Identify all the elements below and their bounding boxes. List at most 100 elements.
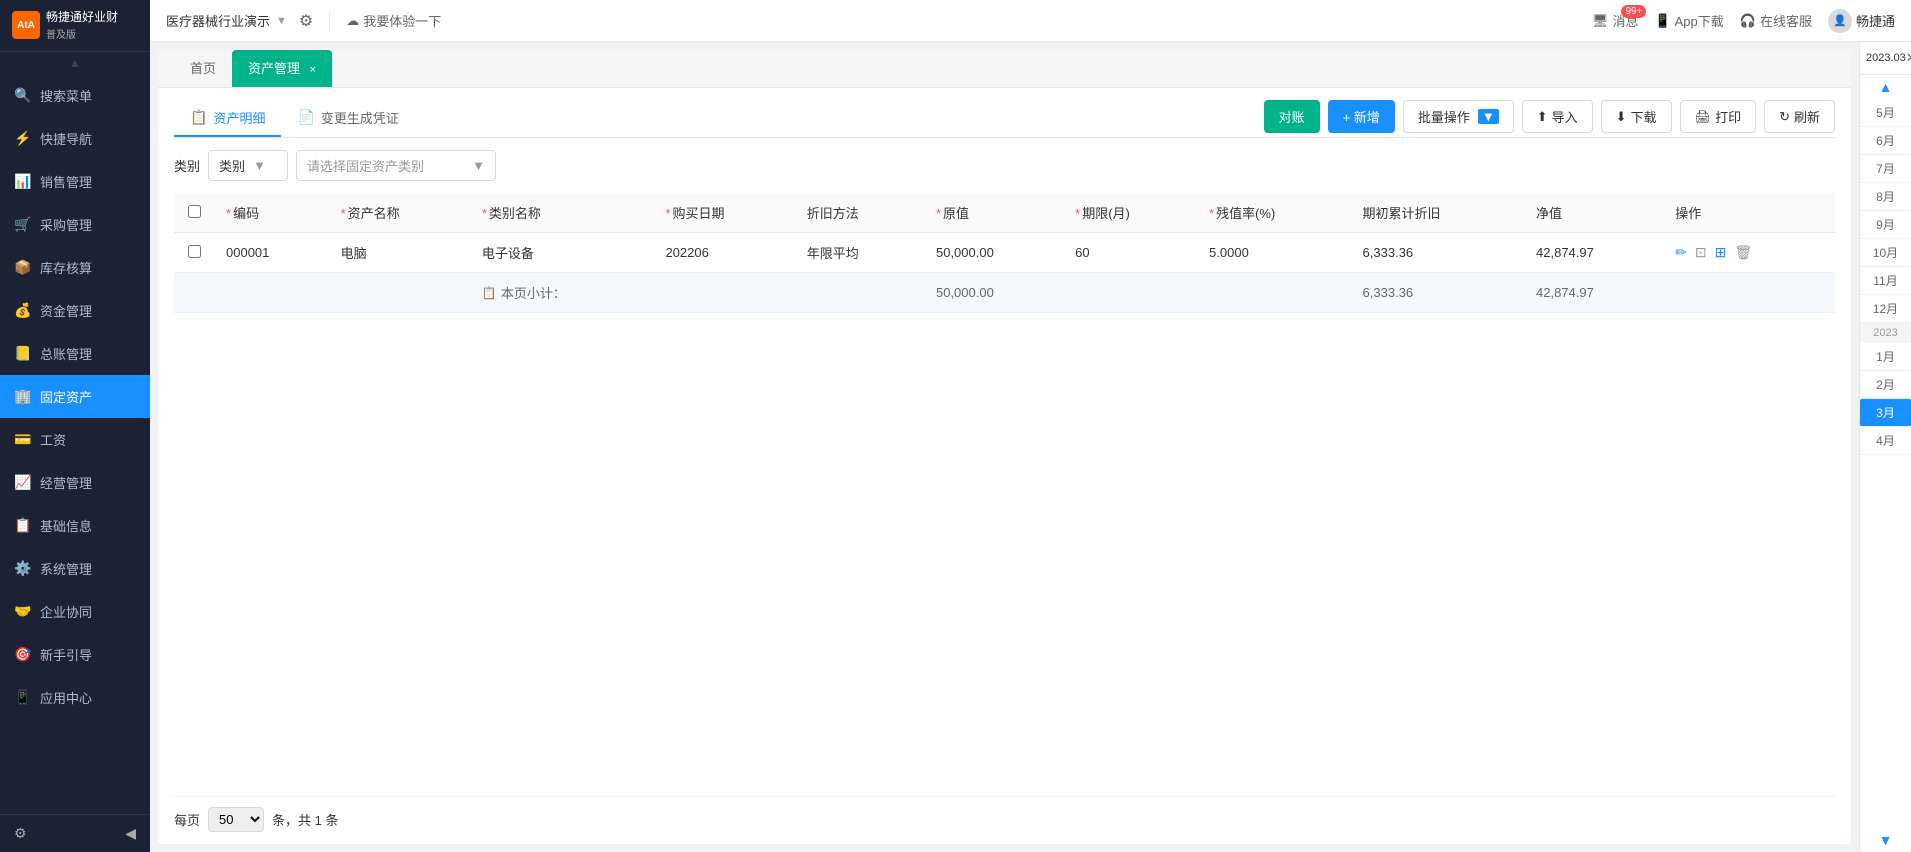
scroll-up-arrow[interactable]: ▲ [1875,75,1897,99]
sidebar-icon-quick-nav: ⚡ [14,130,32,147]
month-2023-1月[interactable]: 1月 [1860,343,1911,371]
scroll-down-arrow[interactable]: ▼ [1875,828,1897,852]
sidebar-label-ledger: 总账管理 [40,344,92,363]
sidebar-label-guide: 新手引导 [40,645,92,664]
month-10月[interactable]: 10月 [1860,239,1911,267]
col-period: *期限(月) [1063,193,1197,233]
month-12月[interactable]: 12月 [1860,295,1911,323]
copy-icon-0[interactable]: ⊡ [1695,244,1707,261]
import-button[interactable]: ⬆ 导入 [1522,100,1593,133]
cell-category-0: 电子设备 [470,233,654,273]
sidebar-icon-system: ⚙️ [14,560,32,577]
sidebar-item-ledger[interactable]: 📒 总账管理 [0,332,150,375]
sidebar-item-search[interactable]: 🔍 搜索菜单 [0,74,150,117]
sub-tab-asset-detail[interactable]: 📋 资产明细 [174,100,281,137]
sidebar-item-purchase[interactable]: 🛒 采购管理 [0,203,150,246]
batch-ops-button[interactable]: 批量操作 ▼ [1403,100,1514,133]
sidebar-item-app-center[interactable]: 📱 应用中心 [0,676,150,719]
category-select-value: 类别 [219,156,245,175]
sidebar-label-capital: 资金管理 [40,301,92,320]
page-size-select[interactable]: 102050100 [208,807,264,832]
month-2023-2月[interactable]: 2月 [1860,371,1911,399]
sidebar-item-salary[interactable]: 💳 工资 [0,418,150,461]
month-2023-4月[interactable]: 4月 [1860,427,1911,455]
tab-home[interactable]: 首页 [174,50,232,87]
sidebar-label-inventory: 库存核算 [40,258,92,277]
subtotal-original-value: 50,000.00 [924,273,1063,313]
company-selector[interactable]: 医疗器械行业演示 ▼ [166,11,287,30]
sidebar-item-business[interactable]: 📈 经营管理 [0,461,150,504]
tab-asset-mgmt[interactable]: 资产管理 × [232,50,332,87]
sidebar-item-enterprise[interactable]: 🤝 企业协同 [0,590,150,633]
sidebar-icon-salary: 💳 [14,431,32,448]
month-6月[interactable]: 6月 [1860,127,1911,155]
new-button[interactable]: + 新增 [1328,100,1395,133]
month-11月[interactable]: 11月 [1860,267,1911,295]
sidebar-label-salary: 工资 [40,430,66,449]
reconcile-button[interactable]: 对账 [1264,100,1320,133]
sidebar: AtA 畅捷通好业财 普及版 ▲ 🔍 搜索菜单 ⚡ 快捷导航 📊 销售管理 🛒 … [0,0,150,852]
select-all-checkbox[interactable] [188,205,201,218]
category-select-arrow: ▼ [253,158,266,173]
delete-icon-0[interactable]: 🗑 [1734,244,1752,261]
sidebar-item-quick-nav[interactable]: ⚡ 快捷导航 [0,117,150,160]
experience-link[interactable]: ☁ 我要体验一下 [346,11,441,30]
collapse-icon[interactable]: ◀ [125,825,136,842]
topbar-settings-icon[interactable]: ⚙ [299,11,313,31]
refresh-button[interactable]: ↻ 刷新 [1764,100,1835,133]
row-checkbox-0[interactable] [188,245,201,258]
sidebar-item-guide[interactable]: 🎯 新手引导 [0,633,150,676]
year-2023-label: 2023 [1860,323,1911,343]
download-button[interactable]: ⬇ 下载 [1601,100,1672,133]
sidebar-icon-ledger: 📒 [14,345,32,362]
asset-table: *编码 *资产名称 *类别名称 *购买日期 折旧方法 *原值 *期限(月) *残… [174,193,1835,313]
sub-tab-change-voucher[interactable]: 📄 变更生成凭证 [281,100,414,137]
cell-action-0: ✏ ⊡ ⊞ 🗑 [1663,233,1835,273]
pagination: 每页 102050100 条，共 1 条 [174,796,1835,832]
settings-icon[interactable]: ⚙ [14,825,27,842]
sidebar-item-sales[interactable]: 📊 销售管理 [0,160,150,203]
close-panel-icon[interactable]: ✕ [1906,50,1911,66]
message-button[interactable]: 🖥 消息 99+ [1592,11,1639,30]
user-menu[interactable]: 👤 畅捷通 [1828,9,1895,33]
online-service-button[interactable]: 🎧 在线客服 [1740,11,1812,30]
right-panel-icons: ✕ ⤢ [1906,50,1911,66]
print-button[interactable]: 🖨 打印 [1680,100,1757,133]
sidebar-icon-sales: 📊 [14,173,32,190]
month-9月[interactable]: 9月 [1860,211,1911,239]
filter-row: 类别 类别 ▼ 请选择固定资产类别 ▼ [174,150,1835,181]
category-select[interactable]: 类别 ▼ [208,150,288,181]
message-icon: 🖥 [1592,13,1609,29]
month-2023-3月[interactable]: 3月 [1860,399,1911,427]
month-8月[interactable]: 8月 [1860,183,1911,211]
more-icon-0[interactable]: ⊞ [1715,244,1727,261]
app-download-button[interactable]: 📱 App下载 [1654,11,1723,30]
sidebar-icon-enterprise: 🤝 [14,603,32,620]
content-area: 首页 资产管理 × 📋 资产明细 📄 变更生成凭证 [150,42,1911,852]
sidebar-icon-fixed-assets: 🏢 [14,388,32,405]
col-purchase-date: *购买日期 [653,193,794,233]
sidebar-label-search: 搜索菜单 [40,86,92,105]
tab-close-icon[interactable]: × [310,64,316,76]
experience-icon: ☁ [346,13,359,29]
input-arrow: ▼ [472,158,485,173]
sidebar-item-capital[interactable]: 💰 资金管理 [0,289,150,332]
sidebar-label-basic-info: 基础信息 [40,516,92,535]
edit-icon-0[interactable]: ✏ [1675,244,1687,261]
col-original-value: *原值 [924,193,1063,233]
cell-net-value-0: 42,874.97 [1524,233,1663,273]
category-input[interactable]: 请选择固定资产类别 ▼ [296,150,496,181]
month-7月[interactable]: 7月 [1860,155,1911,183]
sidebar-label-quick-nav: 快捷导航 [40,129,92,148]
sidebar-item-fixed-assets[interactable]: 🏢 固定资产 [0,375,150,418]
cell-original-value-0: 50,000.00 [924,233,1063,273]
sidebar-item-inventory[interactable]: 📦 库存核算 [0,246,150,289]
sidebar-item-basic-info[interactable]: 📋 基础信息 [0,504,150,547]
col-action: 操作 [1663,193,1835,233]
sidebar-icon-inventory: 📦 [14,259,32,276]
subtotal-icon: 📋 [482,286,497,300]
month-5月[interactable]: 5月 [1860,99,1911,127]
sidebar-label-enterprise: 企业协同 [40,602,92,621]
sidebar-item-system[interactable]: ⚙️ 系统管理 [0,547,150,590]
sidebar-scroll-up[interactable]: ▲ [0,52,150,74]
